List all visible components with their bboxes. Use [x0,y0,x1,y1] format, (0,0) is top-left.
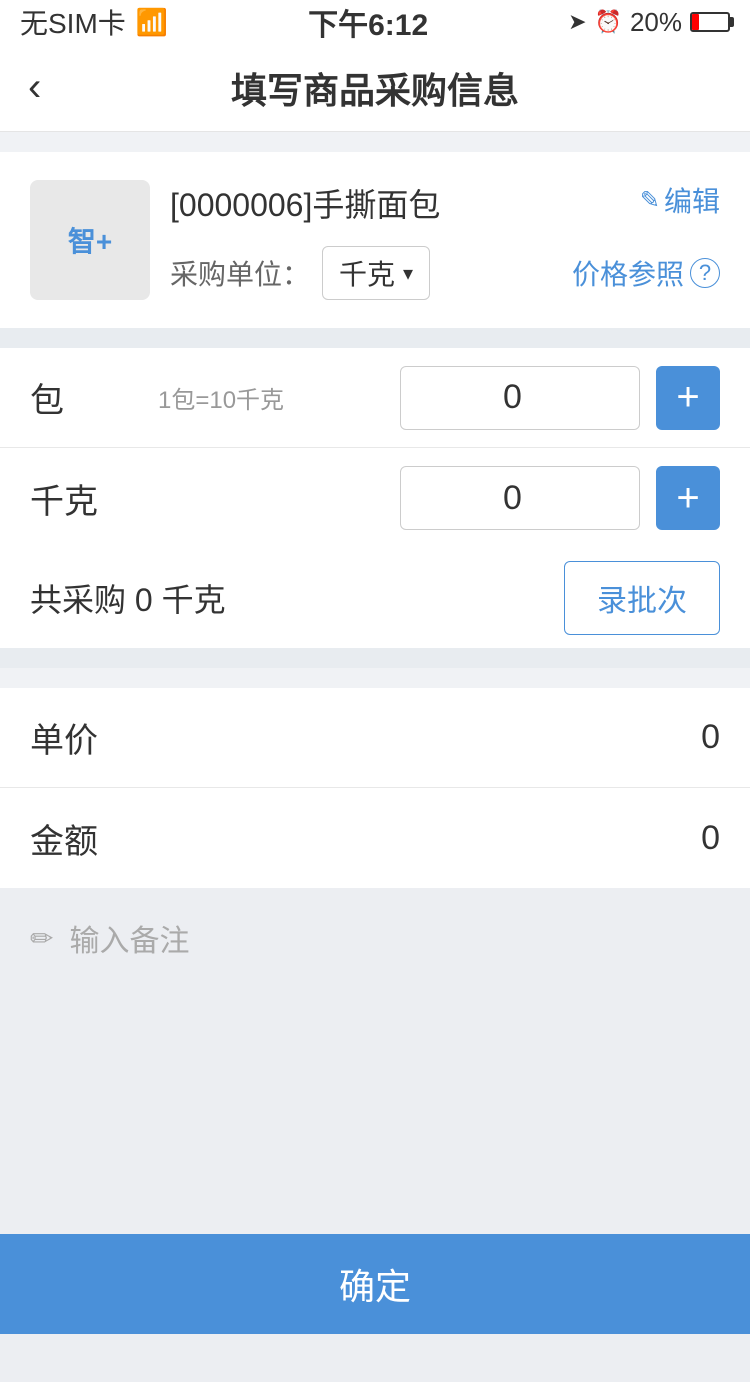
battery-icon [690,12,730,32]
location-icon: ➤ [568,9,586,35]
alarm-icon: ⏰ [595,9,622,35]
dropdown-icon: ▾ [403,261,413,286]
wifi-icon: 📶 [136,7,168,38]
status-bar: 无SIM卡 📶 下午6:12 ➤ ⏰ 20% [0,0,750,44]
bao-label: 包 [30,373,150,422]
amount-value: 0 [701,819,720,858]
amount-label: 金额 [30,814,98,863]
unit-selector[interactable]: 千克 ▾ [322,246,430,300]
bao-sublabel: 1包=10千克 [158,380,284,415]
price-ref-button[interactable]: 价格参照 ? [572,253,720,293]
edit-icon: ✎ [640,186,660,215]
status-right: ➤ ⏰ 20% [568,7,730,38]
price-section: 单价 0 金额 0 [0,688,750,888]
product-image: 智+ [30,180,150,300]
kg-label: 千克 [30,474,150,523]
product-name: [0000006]手撕面包 [170,180,440,226]
battery-pct: 20% [630,7,682,38]
total-label: 共采购 0 千克 [30,575,226,621]
bao-row: 包 1包=10千克 + [0,348,750,448]
unit-price-value: 0 [701,718,720,757]
nav-bar: ‹ 填写商品采购信息 [0,44,750,132]
carrier-text: 无SIM卡 [20,2,126,42]
kg-row: 千克 + [0,448,750,548]
back-button[interactable]: ‹ [28,65,41,110]
bao-plus-button[interactable]: + [656,366,720,430]
batch-button[interactable]: 录批次 [564,561,720,635]
product-logo: 智+ [68,220,112,260]
total-row: 共采购 0 千克 录批次 [0,548,750,648]
product-info: [0000006]手撕面包 ✎ 编辑 采购单位： 千克 ▾ 价格参照 ? [170,180,720,300]
unit-label: 采购单位： [170,253,310,293]
remark-placeholder: 输入备注 [69,916,189,960]
unit-price-label: 单价 [30,713,98,762]
remark-section[interactable]: ✏ 输入备注 [0,888,750,988]
section-divider-2 [0,648,750,668]
quantity-section: 包 1包=10千克 + 千克 + [0,348,750,548]
status-time: 下午6:12 [308,0,428,44]
price-ref-label: 价格参照 [572,253,684,293]
product-card: 智+ [0000006]手撕面包 ✎ 编辑 采购单位： 千克 ▾ 价格参照 ? [0,152,750,328]
pencil-icon: ✏ [30,922,53,955]
page-title: 填写商品采购信息 [231,62,519,114]
edit-button[interactable]: ✎ 编辑 [640,180,720,220]
amount-row: 金额 0 [0,788,750,888]
unit-value: 千克 [339,253,395,293]
kg-input[interactable] [400,466,640,530]
status-left: 无SIM卡 📶 [20,2,168,42]
unit-price-row: 单价 0 [0,688,750,788]
confirm-button[interactable]: 确定 [0,1234,750,1334]
bao-input[interactable] [400,366,640,430]
info-icon: ? [690,258,720,288]
kg-plus-button[interactable]: + [656,466,720,530]
section-divider-1 [0,328,750,348]
